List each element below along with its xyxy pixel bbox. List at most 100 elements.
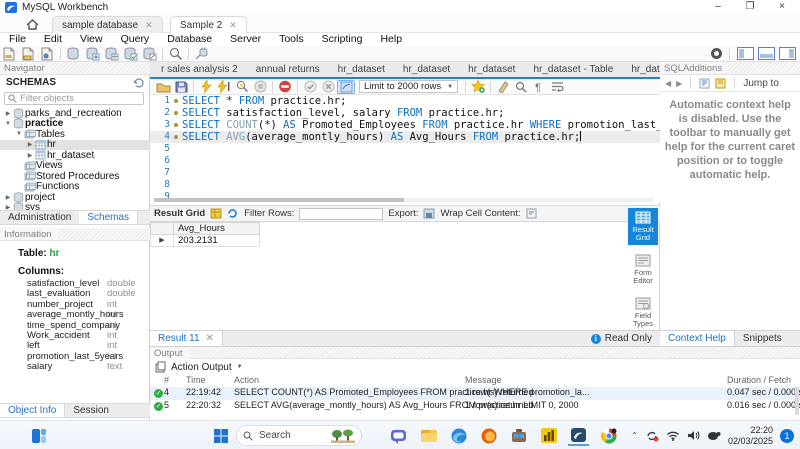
home-icon[interactable] (24, 17, 40, 31)
restore-button[interactable]: ❐ (734, 0, 766, 14)
refresh-icon[interactable] (133, 77, 145, 88)
tab-context-help[interactable]: Context Help (660, 331, 735, 346)
form-editor-view-button[interactable]: Form Editor (628, 251, 658, 288)
tree-item-practice[interactable]: ▼ practice (0, 118, 150, 129)
minimize-button[interactable]: – (702, 0, 734, 14)
editor-line[interactable]: 1 SELECT * FROM practice.hr; (150, 95, 660, 107)
menu-help[interactable]: Help (371, 33, 411, 46)
mysql-workbench-taskbar-icon[interactable] (568, 425, 589, 446)
chevron-right-icon[interactable]: ▶ (26, 152, 34, 159)
save-script-icon[interactable] (172, 80, 190, 94)
start-button[interactable] (210, 425, 231, 446)
editor-line[interactable]: 5 (150, 143, 660, 155)
find-icon[interactable] (512, 80, 530, 94)
beautify-icon[interactable] (494, 80, 512, 94)
grid-corner-cell[interactable] (150, 222, 174, 235)
reconnect-icon[interactable] (192, 46, 211, 61)
tree-item-parks-and-recreation[interactable]: ▶ parks_and_recreation (0, 108, 150, 119)
editor-line[interactable]: 3 SELECT COUNT(*) AS Promoted_Employees F… (150, 119, 732, 131)
result-tab[interactable]: Result 11 ✕ (150, 331, 223, 346)
chevron-right-icon[interactable]: ▶ (26, 141, 34, 148)
open-connection-icon[interactable] (64, 46, 83, 61)
execute-icon[interactable] (197, 80, 215, 94)
vpn-icon[interactable] (645, 430, 659, 442)
tree-item-tables[interactable]: ▼ Tables (0, 129, 150, 140)
result-grid-view-button[interactable]: Result Grid (628, 208, 658, 245)
menu-database[interactable]: Database (158, 33, 221, 46)
forward-icon[interactable]: ▶ (676, 79, 682, 88)
query-tab[interactable]: r sales analysis 2 (152, 62, 247, 77)
query-tab[interactable]: annual returns (247, 62, 329, 77)
close-icon[interactable]: ✕ (229, 20, 237, 31)
editor-line[interactable]: 2 SELECT satisfaction_level, salary FROM … (150, 107, 660, 119)
file-explorer-icon[interactable] (418, 425, 439, 446)
execute-current-icon[interactable] (215, 80, 233, 94)
output-log-row[interactable]: ✓ 5 22:20:32 SELECT AVG(average_montly_hour… (150, 400, 800, 413)
editor-horizontal-scrollbar[interactable] (154, 198, 654, 202)
menu-server[interactable]: Server (221, 33, 270, 46)
create-table-icon[interactable] (102, 46, 121, 61)
toggle-auto-help-icon[interactable] (715, 78, 726, 89)
context-help-icon[interactable] (699, 78, 710, 89)
taskbar-search[interactable]: Search (236, 425, 362, 446)
tree-item-hr[interactable]: ▶ hr (0, 139, 150, 150)
menu-file[interactable]: File (0, 33, 35, 46)
toggle-secondary-sidebar-button[interactable] (779, 47, 796, 60)
store-icon[interactable] (508, 425, 529, 446)
create-view-icon[interactable] (121, 46, 140, 61)
menu-edit[interactable]: Edit (35, 33, 71, 46)
stop-on-error-icon[interactable] (276, 80, 294, 94)
tree-item-functions[interactable]: Functions (0, 181, 150, 192)
rollback-icon[interactable] (319, 80, 337, 94)
output-type-selector[interactable]: Action Output ▼ (150, 359, 800, 375)
field-types-view-button[interactable]: Field Types (628, 294, 658, 331)
tab-object-info[interactable]: Object Info (0, 404, 66, 417)
create-procedure-icon[interactable] (140, 46, 159, 61)
menu-query[interactable]: Query (112, 33, 159, 46)
toggle-output-button[interactable] (758, 47, 775, 60)
toggle-sidebar-button[interactable] (737, 47, 754, 60)
export-icon[interactable] (423, 208, 435, 219)
notification-badge[interactable]: 1 (780, 428, 794, 443)
invisibles-icon[interactable]: ¶ (530, 80, 548, 94)
tray-chevron-icon[interactable]: ⌃ (631, 431, 638, 440)
tab-snippets[interactable]: Snippets (735, 331, 790, 346)
wrap-cell-icon[interactable] (526, 208, 537, 219)
new-sql-tab-icon[interactable] (0, 46, 19, 61)
doc-tab-sample-database[interactable]: sample database ✕ (52, 16, 163, 33)
chevron-down-icon[interactable]: ▼ (15, 131, 23, 137)
editor-line[interactable]: 8 (150, 179, 660, 191)
query-tab[interactable]: hr_dataset - Table (524, 62, 622, 77)
wifi-icon[interactable] (666, 430, 680, 441)
editor-line[interactable]: 6 (150, 155, 660, 167)
taskbar-clock[interactable]: 22:20 02/03/2025 (728, 425, 773, 447)
menu-scripting[interactable]: Scripting (313, 33, 372, 46)
limit-rows-select[interactable]: Limit to 2000 rows ▼ (359, 80, 459, 93)
close-button[interactable]: × (766, 0, 798, 14)
chat-icon[interactable] (388, 425, 409, 446)
toggle-autocommit-icon[interactable] (337, 79, 355, 94)
chevron-right-icon[interactable]: ▶ (4, 110, 12, 117)
new-model-icon[interactable] (38, 46, 57, 61)
close-icon[interactable]: ✕ (145, 20, 153, 31)
create-schema-icon[interactable] (83, 46, 102, 61)
stop-icon[interactable] (251, 80, 269, 94)
open-sql-script-icon[interactable] (19, 46, 38, 61)
grid-cell-value[interactable]: 203.2131 (174, 235, 260, 247)
tree-item-views[interactable]: Views (0, 160, 150, 171)
search-icon[interactable] (166, 46, 185, 61)
open-script-icon[interactable] (154, 80, 172, 94)
volume-icon[interactable] (687, 430, 700, 441)
filter-rows-input[interactable] (299, 207, 384, 220)
edge-icon[interactable] (448, 425, 469, 446)
tab-session[interactable]: Session (65, 404, 117, 417)
chevron-right-icon[interactable]: ▶ (4, 194, 12, 201)
updates-icon[interactable] (711, 48, 722, 59)
chrome-icon[interactable] (598, 425, 619, 446)
query-tab[interactable]: hr_dataset (329, 62, 394, 77)
jump-to-label[interactable]: Jump to (743, 78, 779, 89)
editor-line[interactable]: 7 (150, 167, 660, 179)
menu-view[interactable]: View (71, 33, 112, 46)
grid-column-header[interactable]: Avg_Hours (174, 222, 260, 235)
editor-line[interactable]: 4 SELECT AVG(average_montly_hours) AS Avg… (150, 131, 660, 143)
